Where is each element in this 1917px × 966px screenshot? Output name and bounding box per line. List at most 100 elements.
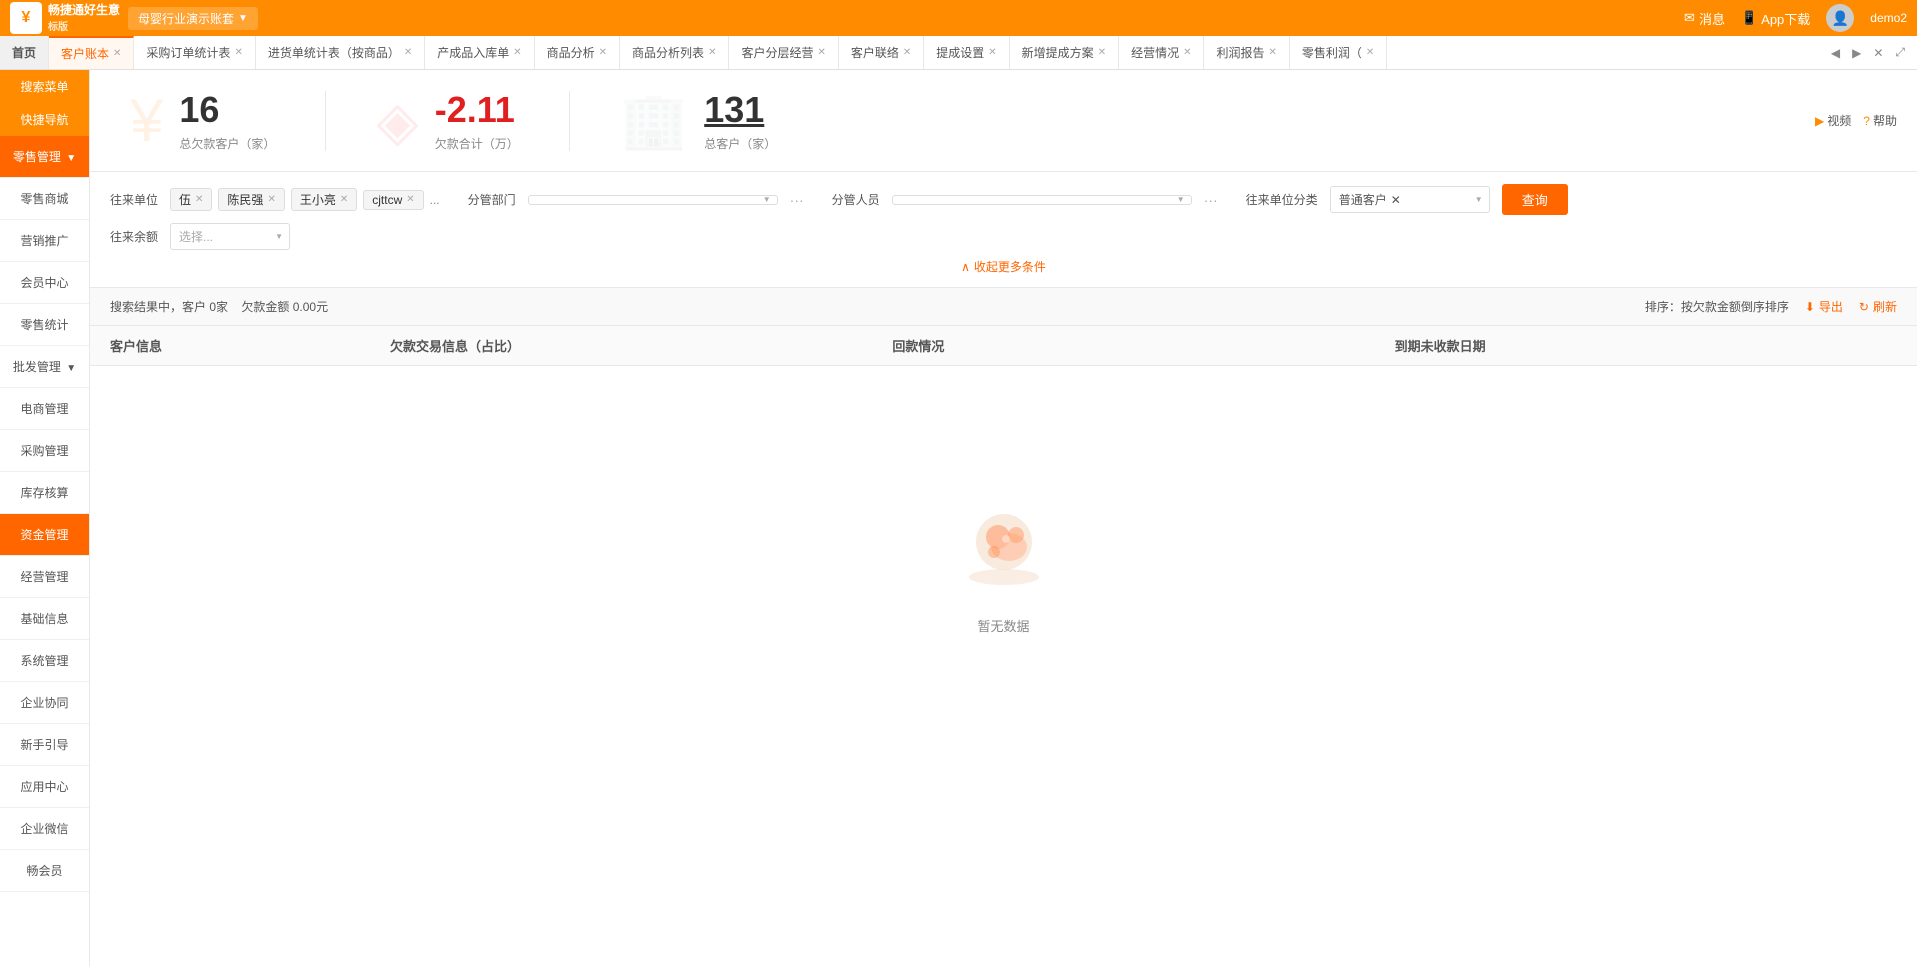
logo-sub: 标版: [48, 18, 120, 33]
filter-tag-3[interactable]: 王小亮 ✕: [291, 188, 357, 211]
remove-tag-4[interactable]: ✕: [406, 194, 414, 205]
sidebar-item-enterprise[interactable]: 企业协同: [0, 682, 89, 724]
close-tab-icon[interactable]: ✕: [708, 47, 716, 58]
collapse-row: ∧ 收起更多条件: [110, 258, 1897, 275]
collapse-button[interactable]: ∧ 收起更多条件: [961, 258, 1046, 275]
industry-selector[interactable]: 母婴行业演示账套 ▼: [128, 7, 258, 30]
stat-icon-3: 🏢: [620, 88, 688, 153]
dept-label: 分管部门: [468, 191, 516, 208]
sidebar-item-ecommerce[interactable]: 电商管理: [0, 388, 89, 430]
stat-icon-1: ¥: [130, 86, 163, 155]
col-debt: 欠款交易信息（占比）: [390, 336, 892, 355]
help-btn[interactable]: ? 帮助: [1863, 112, 1897, 129]
balance-select[interactable]: 选择...: [170, 223, 290, 250]
stat-label-3: 总客户（家）: [704, 135, 776, 152]
refresh-button[interactable]: ↻ 刷新: [1859, 298, 1897, 315]
col-repayment: 回款情况: [892, 336, 1394, 355]
tab-commission-settings[interactable]: 提成设置 ✕: [924, 36, 1009, 70]
filter-tags: 伍 ✕ 陈民强 ✕ 王小亮 ✕ cjttcw ✕: [170, 188, 440, 211]
stat-number-2: -2.11: [435, 89, 519, 131]
col-customer: 客户信息: [110, 336, 390, 355]
sidebar-item-member2[interactable]: 畅会员: [0, 850, 89, 892]
tab-new-commission[interactable]: 新增提成方案 ✕: [1010, 36, 1119, 70]
dept-dots[interactable]: ···: [790, 192, 804, 208]
sidebar-item-retail[interactable]: 零售管理 ▼: [0, 136, 89, 178]
remove-tag-1[interactable]: ✕: [195, 194, 203, 205]
video-btn[interactable]: ▶ 视频: [1815, 112, 1851, 129]
filter-tag-1[interactable]: 伍 ✕: [170, 188, 212, 211]
sidebar-item-member[interactable]: 会员中心: [0, 262, 89, 304]
dept-select[interactable]: [528, 195, 778, 205]
message-button[interactable]: ✉ 消息: [1684, 9, 1725, 28]
close-tab-icon[interactable]: ✕: [1183, 47, 1191, 58]
remove-tag-3[interactable]: ✕: [340, 194, 348, 205]
tab-product-analysis[interactable]: 商品分析 ✕: [535, 36, 620, 70]
tab-product-list[interactable]: 商品分析列表 ✕: [620, 36, 729, 70]
tab-customer-layer[interactable]: 客户分层经营 ✕: [729, 36, 838, 70]
app-download-button[interactable]: 📱 App下载: [1741, 9, 1810, 28]
close-tab-icon[interactable]: ✕: [1366, 47, 1374, 58]
query-button[interactable]: 查询: [1502, 184, 1568, 215]
empty-icon: [954, 497, 1054, 600]
filter-tag-4[interactable]: cjttcw ✕: [363, 190, 423, 210]
tab-stock-stats[interactable]: 进货单统计表（按商品） ✕: [256, 36, 425, 70]
remove-unit-class[interactable]: ✕: [1391, 193, 1401, 207]
tab-customer-contact[interactable]: 客户联络 ✕: [839, 36, 924, 70]
close-tab-icon[interactable]: ✕: [817, 47, 825, 58]
filter-more[interactable]: ...: [430, 193, 440, 207]
close-tab-icon[interactable]: ✕: [234, 47, 242, 58]
sidebar-item-inventory[interactable]: 库存核算: [0, 472, 89, 514]
tab-customer-ledger[interactable]: 客户账本 ✕: [49, 36, 134, 70]
stat-block-1: ¥ 16 总欠款客户（家）: [110, 86, 315, 155]
tab-retail-profit[interactable]: 零售利润（ ✕: [1290, 36, 1387, 70]
close-tab-icon[interactable]: ✕: [903, 47, 911, 58]
close-tab-icon[interactable]: ✕: [404, 47, 412, 58]
nav-left-arrow[interactable]: ◀: [1827, 44, 1844, 62]
unit-class-select[interactable]: 普通客户 ✕: [1330, 186, 1490, 213]
nav-expand-icon[interactable]: ⤢: [1891, 43, 1909, 62]
person-select[interactable]: [892, 195, 1192, 205]
sidebar-quicknav[interactable]: 快捷导航: [0, 103, 89, 136]
sidebar-item-system[interactable]: 系统管理: [0, 640, 89, 682]
tab-business[interactable]: 经营情况 ✕: [1119, 36, 1204, 70]
sidebar-item-retail-mall[interactable]: 零售商城: [0, 178, 89, 220]
sidebar-item-wechat[interactable]: 企业微信: [0, 808, 89, 850]
message-icon: ✉: [1684, 10, 1695, 26]
logo-area: ¥ 畅捷通好生意 标版: [10, 2, 120, 34]
video-icon: ▶: [1815, 114, 1824, 128]
user-avatar[interactable]: 👤: [1826, 4, 1854, 32]
sidebar-item-newguide[interactable]: 新手引导: [0, 724, 89, 766]
sidebar-item-finance[interactable]: 资金管理: [0, 514, 89, 556]
sidebar-item-retail-stats[interactable]: 零售统计: [0, 304, 89, 346]
help-icon: ?: [1863, 114, 1870, 128]
username: demo2: [1870, 11, 1907, 25]
nav-close-icon[interactable]: ✕: [1869, 44, 1887, 62]
filter-tag-2[interactable]: 陈民强 ✕: [218, 188, 284, 211]
nav-right-arrow[interactable]: ▶: [1848, 44, 1865, 62]
close-tab-icon[interactable]: ✕: [113, 48, 121, 59]
close-tab-icon[interactable]: ✕: [1098, 47, 1106, 58]
remove-tag-2[interactable]: ✕: [267, 194, 275, 205]
sidebar-item-appcenter[interactable]: 应用中心: [0, 766, 89, 808]
person-dots[interactable]: ···: [1204, 192, 1218, 208]
close-tab-icon[interactable]: ✕: [513, 47, 521, 58]
filter-area: 往来单位 伍 ✕ 陈民强 ✕ 王小亮 ✕: [90, 172, 1917, 288]
tab-home[interactable]: 首页: [0, 36, 49, 70]
sidebar-item-purchase[interactable]: 采购管理: [0, 430, 89, 472]
close-tab-icon[interactable]: ✕: [599, 47, 607, 58]
tab-purchase-order[interactable]: 采购订单统计表 ✕: [134, 36, 255, 70]
sidebar-item-business-mgmt[interactable]: 经营管理: [0, 556, 89, 598]
sidebar-search[interactable]: 搜索菜单: [0, 70, 89, 103]
export-icon: ⬇: [1805, 300, 1815, 314]
close-tab-icon[interactable]: ✕: [988, 47, 996, 58]
balance-label: 往来余额: [110, 228, 158, 245]
tab-profit-report[interactable]: 利润报告 ✕: [1204, 36, 1289, 70]
sidebar-item-basic-info[interactable]: 基础信息: [0, 598, 89, 640]
sidebar-item-marketing[interactable]: 营销推广: [0, 220, 89, 262]
sort-label[interactable]: 排序：按欠款金额倒序排序: [1645, 298, 1789, 315]
close-tab-icon[interactable]: ✕: [1269, 47, 1277, 58]
stats-actions: ▶ 视频 ? 帮助: [1815, 112, 1897, 129]
export-button[interactable]: ⬇ 导出: [1805, 298, 1843, 315]
tab-production[interactable]: 产成品入库单 ✕: [425, 36, 534, 70]
sidebar-item-wholesale[interactable]: 批发管理 ▼: [0, 346, 89, 388]
